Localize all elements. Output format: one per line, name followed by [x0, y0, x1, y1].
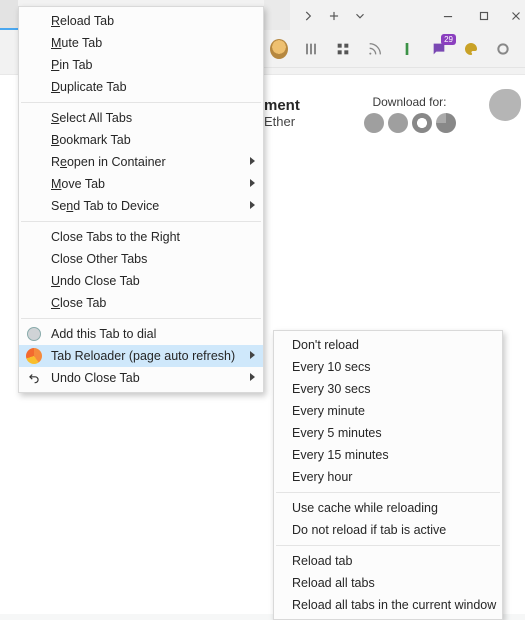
submenu-every-10s[interactable]: Every 10 secs — [274, 356, 502, 378]
notification-badge: 29 — [441, 34, 456, 45]
rss-icon[interactable] — [366, 40, 384, 58]
menu-item-label: Every 5 minutes — [292, 426, 382, 440]
menu-send-tab[interactable]: Send Tab to Device — [19, 195, 263, 217]
menu-close-tabs-right[interactable]: Close Tabs to the Right — [19, 226, 263, 248]
window-minimize-button[interactable] — [436, 4, 460, 28]
submenu-arrow-icon — [250, 351, 255, 359]
menu-item-label: Reload Tab — [51, 14, 114, 28]
menu-item-label: Close Tab — [51, 296, 106, 310]
dial-extension-icon — [25, 325, 43, 343]
mascot-icon — [489, 89, 521, 121]
palette-extension-icon[interactable] — [462, 40, 480, 58]
menu-separator — [21, 318, 261, 319]
tab-reloader-icon — [25, 347, 43, 365]
extension-toolbar: 29 — [264, 30, 525, 68]
new-tab-button[interactable] — [322, 4, 346, 28]
tabs-dropdown-button[interactable] — [348, 4, 372, 28]
menu-undo-close-tab[interactable]: Undo Close Tab — [19, 270, 263, 292]
submenu-every-hour[interactable]: Every hour — [274, 466, 502, 488]
page-title-fragment: ment — [264, 97, 300, 114]
menu-item-label: Select All Tabs — [51, 111, 132, 125]
chat-extension-icon[interactable]: 29 — [430, 40, 448, 58]
menu-duplicate-tab[interactable]: Duplicate Tab — [19, 76, 263, 98]
menu-item-label: Reopen in Container — [51, 155, 166, 169]
undo-icon — [25, 369, 43, 387]
window-maximize-button[interactable] — [472, 4, 496, 28]
menu-item-label: Do not reload if tab is active — [292, 523, 446, 537]
menu-undo-close-tab-ext[interactable]: Undo Close Tab — [19, 367, 263, 389]
menu-item-label: Every 30 secs — [292, 382, 371, 396]
menu-reopen-container[interactable]: Reopen in Container — [19, 151, 263, 173]
submenu-every-15m[interactable]: Every 15 minutes — [274, 444, 502, 466]
active-tab-fragment[interactable] — [0, 0, 18, 30]
forward-button[interactable] — [296, 4, 320, 28]
submenu-arrow-icon — [250, 179, 255, 187]
submenu-dont-reload[interactable]: Don't reload — [274, 334, 502, 356]
menu-bookmark-tab[interactable]: Bookmark Tab — [19, 129, 263, 151]
menu-item-label: Every hour — [292, 470, 352, 484]
menu-move-tab[interactable]: Move Tab — [19, 173, 263, 195]
menu-item-label: Bookmark Tab — [51, 133, 131, 147]
menu-item-label: Tab Reloader (page auto refresh) — [51, 349, 235, 363]
download-label: Download for: — [334, 95, 485, 109]
menu-separator — [276, 545, 500, 546]
menu-item-label: Close Tabs to the Right — [51, 230, 180, 244]
mixer-icon[interactable] — [302, 40, 320, 58]
menu-pin-tab[interactable]: Pin Tab — [19, 54, 263, 76]
submenu-no-reload-active[interactable]: Do not reload if tab is active — [274, 519, 502, 541]
menu-item-label: Mute Tab — [51, 36, 102, 50]
submenu-every-30s[interactable]: Every 30 secs — [274, 378, 502, 400]
menu-item-label: Move Tab — [51, 177, 105, 191]
tab-context-menu: Reload Tab Mute Tab Pin Tab Duplicate Ta… — [18, 6, 264, 393]
menu-item-label: Close Other Tabs — [51, 252, 147, 266]
menu-select-all-tabs[interactable]: Select All Tabs — [19, 107, 263, 129]
menu-item-label: Duplicate Tab — [51, 80, 127, 94]
page-subtitle-fragment: Ether — [264, 114, 295, 129]
menu-item-label: Every 10 secs — [292, 360, 371, 374]
menu-item-label: Send Tab to Device — [51, 199, 159, 213]
menu-item-label: Pin Tab — [51, 58, 92, 72]
menu-item-label: Every minute — [292, 404, 365, 418]
monkey-extension-icon[interactable] — [270, 40, 288, 58]
menu-item-label: Every 15 minutes — [292, 448, 389, 462]
grid-icon[interactable] — [334, 40, 352, 58]
firefox-download-icon[interactable] — [388, 113, 408, 133]
submenu-every-5m[interactable]: Every 5 minutes — [274, 422, 502, 444]
menu-item-label: Add this Tab to dial — [51, 327, 156, 341]
tab-reloader-submenu: Don't reload Every 10 secs Every 30 secs… — [273, 330, 503, 620]
submenu-arrow-icon — [250, 157, 255, 165]
submenu-every-minute[interactable]: Every minute — [274, 400, 502, 422]
menu-reload-tab[interactable]: Reload Tab — [19, 10, 263, 32]
window-close-button[interactable] — [504, 4, 525, 28]
chrome-download-icon[interactable] — [364, 113, 384, 133]
inactive-tab-fragment[interactable] — [264, 0, 290, 30]
download-for-block: Download for: — [334, 95, 485, 133]
menu-close-tab[interactable]: Close Tab — [19, 292, 263, 314]
menu-item-label: Reload all tabs — [292, 576, 375, 590]
menu-item-label: Don't reload — [292, 338, 359, 352]
spinner-extension-icon[interactable] — [494, 40, 512, 58]
menu-close-other-tabs[interactable]: Close Other Tabs — [19, 248, 263, 270]
menu-separator — [276, 492, 500, 493]
submenu-reload-window[interactable]: Reload all tabs in the current window — [274, 594, 502, 616]
submenu-use-cache[interactable]: Use cache while reloading — [274, 497, 502, 519]
menu-item-label: Reload all tabs in the current window — [292, 598, 496, 612]
submenu-arrow-icon — [250, 201, 255, 209]
edge-download-icon[interactable] — [436, 113, 456, 133]
menu-item-label: Use cache while reloading — [292, 501, 438, 515]
menu-add-to-dial[interactable]: Add this Tab to dial — [19, 323, 263, 345]
menu-item-label: Reload tab — [292, 554, 352, 568]
menu-item-label: Undo Close Tab — [51, 274, 140, 288]
menu-mute-tab[interactable]: Mute Tab — [19, 32, 263, 54]
menu-tab-reloader[interactable]: Tab Reloader (page auto refresh) — [19, 345, 263, 367]
menu-separator — [21, 102, 261, 103]
submenu-reload-tab[interactable]: Reload tab — [274, 550, 502, 572]
menu-separator — [21, 221, 261, 222]
opera-download-icon[interactable] — [412, 113, 432, 133]
submenu-reload-all[interactable]: Reload all tabs — [274, 572, 502, 594]
menu-item-label: Undo Close Tab — [51, 371, 140, 385]
green-extension-icon[interactable] — [398, 40, 416, 58]
submenu-arrow-icon — [250, 373, 255, 381]
